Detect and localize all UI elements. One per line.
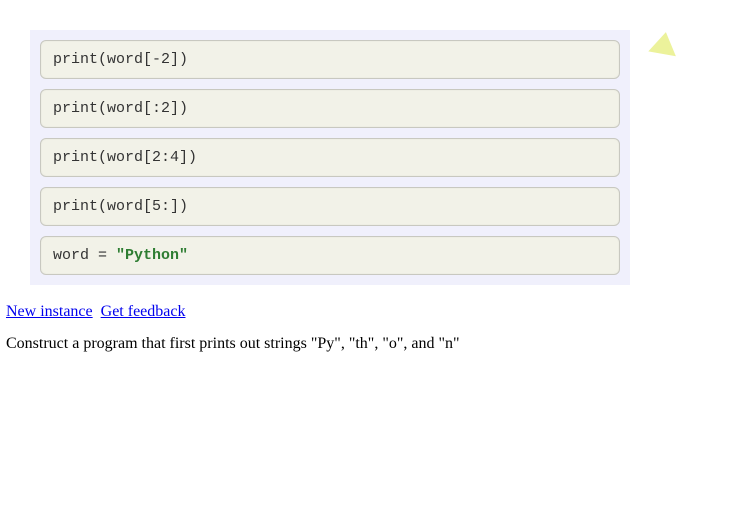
- get-feedback-link[interactable]: Get feedback: [101, 303, 186, 320]
- marker-triangle-icon: [648, 30, 679, 57]
- code-block[interactable]: print(word[:2]): [40, 89, 620, 128]
- code-text: print(word[5:]): [53, 198, 188, 215]
- instruction-text: Construct a program that first prints ou…: [6, 335, 735, 353]
- parsons-area: print(word[-2]) print(word[:2]) print(wo…: [30, 30, 630, 285]
- action-links: New instance Get feedback: [6, 303, 735, 321]
- code-block[interactable]: print(word[-2]): [40, 40, 620, 79]
- code-text: word = "Python": [53, 247, 188, 264]
- new-instance-link[interactable]: New instance: [6, 303, 93, 320]
- code-block[interactable]: word = "Python": [40, 236, 620, 275]
- code-block[interactable]: print(word[2:4]): [40, 138, 620, 177]
- code-text: print(word[:2]): [53, 100, 188, 117]
- code-block[interactable]: print(word[5:]): [40, 187, 620, 226]
- code-text: print(word[2:4]): [53, 149, 197, 166]
- code-text: print(word[-2]): [53, 51, 188, 68]
